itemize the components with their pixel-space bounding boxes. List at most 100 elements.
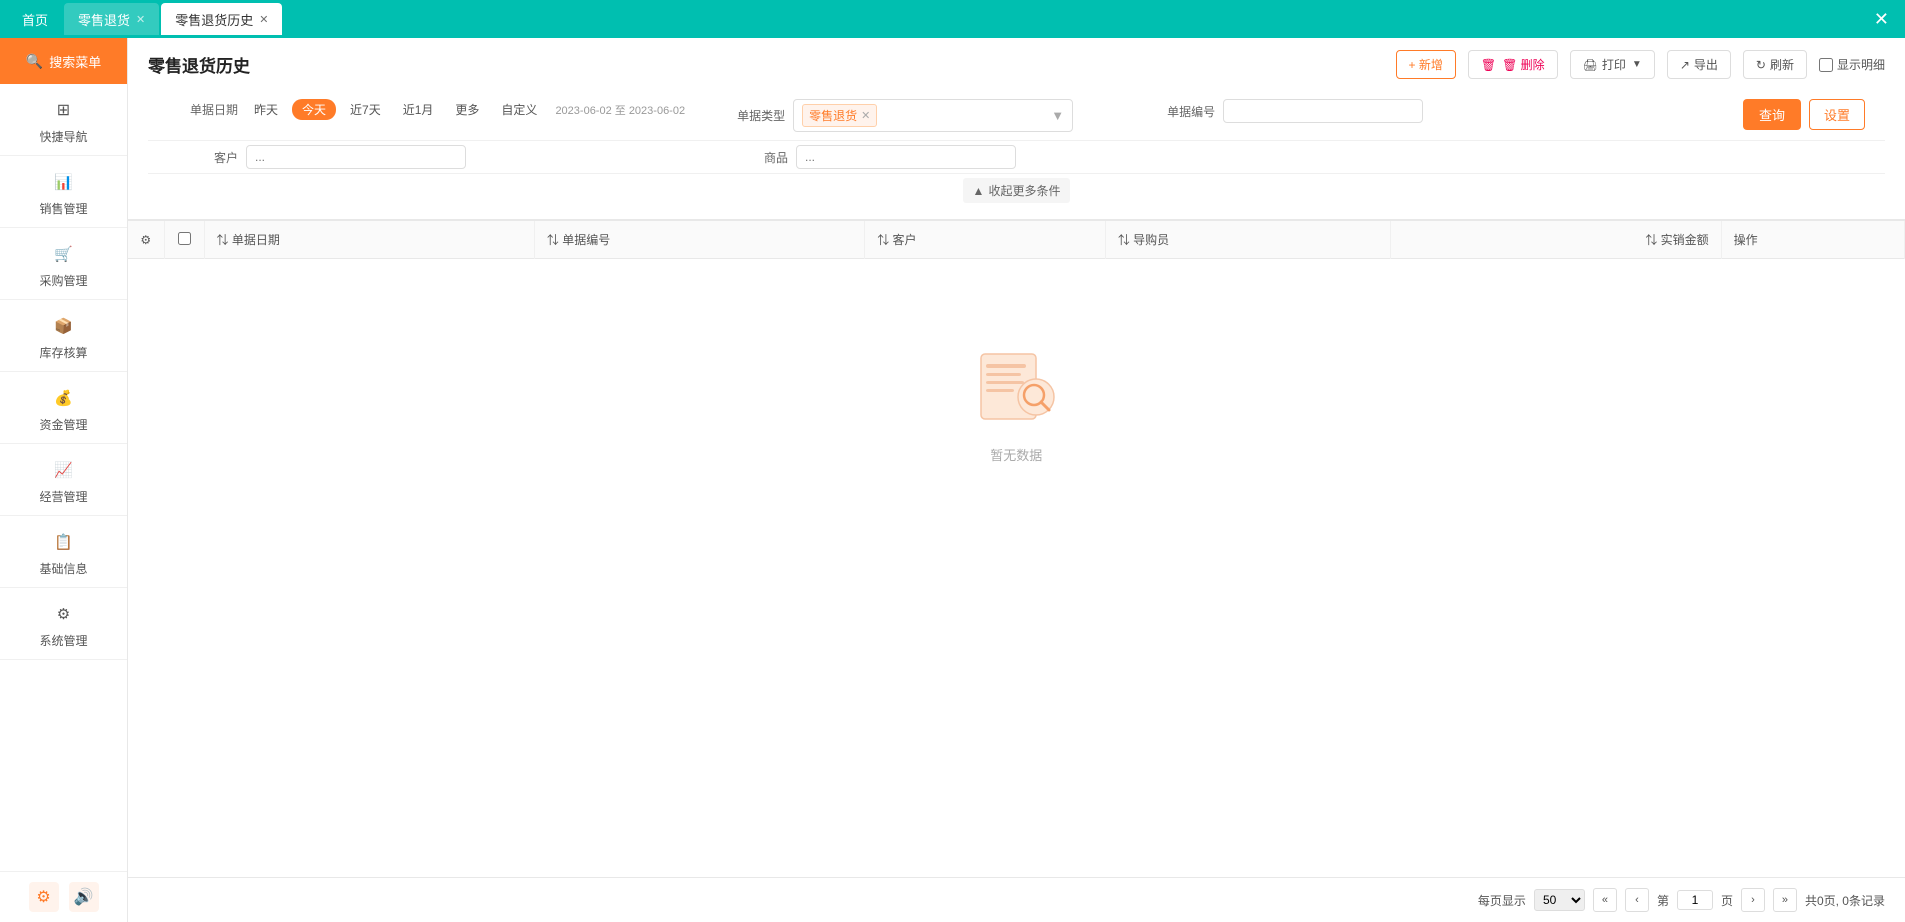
sidebar-item-operations-label: 经营管理 (39, 488, 87, 505)
date-filter-label: 单据日期 (168, 101, 238, 118)
display-detail-label: 显示明细 (1837, 56, 1885, 73)
add-button[interactable]: + 新增 (1396, 50, 1456, 79)
sidebar-item-sales[interactable]: 📊 销售管理 (0, 156, 127, 228)
sidebar-item-quick-nav[interactable]: ⊞ 快捷导航 (0, 84, 127, 156)
goods-input[interactable] (796, 145, 1016, 169)
th-number-label: ⇅ 单据编号 (547, 233, 610, 247)
print-button[interactable]: 🖨 打印 ▼ (1570, 50, 1655, 79)
sidebar-item-finance-label: 资金管理 (39, 416, 87, 433)
content: 零售退货历史 + 新增 🗑 🗑 删除 🖨 打印 ▼ ↗ 导出 (128, 38, 1905, 922)
page-header: 零售退货历史 + 新增 🗑 🗑 删除 🖨 打印 ▼ ↗ 导出 (128, 38, 1905, 220)
first-page-button[interactable]: « (1593, 888, 1617, 912)
export-button[interactable]: ↗ 导出 (1667, 50, 1731, 79)
doc-number-input[interactable] (1223, 99, 1423, 123)
print-arrow-icon: ▼ (1632, 59, 1642, 70)
window-close-button[interactable]: ✕ (1866, 9, 1897, 30)
th-date[interactable]: ⇅ 单据日期 (204, 221, 534, 259)
type-tag-label: 零售退货 (809, 107, 857, 124)
tab-home[interactable]: 首页 (8, 3, 62, 35)
tab-retail-return-history-close[interactable]: ✕ (259, 13, 268, 26)
top-bar: 首页 零售退货 ✕ 零售退货历史 ✕ ✕ (0, 0, 1905, 38)
tab-retail-return-history[interactable]: 零售退货历史 ✕ (161, 3, 282, 35)
filter-group-date: 单据日期 昨天 今天 近7天 近1月 更多 自定义 2023-06-02 至 2… (168, 99, 685, 120)
th-action: 操作 (1721, 221, 1904, 259)
gear-icon: ⚙ (36, 887, 50, 907)
display-detail-toggle[interactable]: 显示明细 (1819, 56, 1885, 73)
print-label: 打印 (1602, 56, 1626, 73)
date-more-btn[interactable]: 更多 (447, 99, 487, 120)
page-title: 零售退货历史 (148, 52, 250, 77)
tab-retail-return-label: 零售退货 (78, 10, 130, 29)
prev-page-button[interactable]: ‹ (1625, 888, 1649, 912)
search-icon: 🔍 (26, 53, 43, 70)
sidebar-item-sales-label: 销售管理 (39, 200, 87, 217)
th-amount[interactable]: ⇅ 实销金额 (1391, 221, 1721, 259)
print-icon: 🖨 (1583, 58, 1598, 72)
date-7days-btn[interactable]: 近7天 (342, 99, 389, 120)
sidebar-item-basic-info[interactable]: 📋 基础信息 (0, 516, 127, 588)
type-selector[interactable]: 零售退货 ✕ ▼ (793, 99, 1073, 132)
per-page-select[interactable]: 50 20 100 (1534, 889, 1585, 911)
basic-info-icon: 📋 (50, 528, 78, 556)
select-all-checkbox[interactable] (178, 232, 191, 245)
page-label: 页 (1721, 892, 1733, 909)
tab-retail-return-close[interactable]: ✕ (136, 13, 145, 26)
collapse-button[interactable]: ▲ 收起更多条件 (963, 178, 1071, 203)
customer-input[interactable] (246, 145, 466, 169)
sidebar: 🔍 搜索菜单 ⊞ 快捷导航 📊 销售管理 🛒 采购管理 📦 库存核算 💰 资金管… (0, 38, 128, 922)
sidebar-item-inventory[interactable]: 📦 库存核算 (0, 300, 127, 372)
last-page-button[interactable]: » (1773, 888, 1797, 912)
date-range-display: 2023-06-02 至 2023-06-02 (555, 102, 685, 118)
th-number[interactable]: ⇅ 单据编号 (534, 221, 864, 259)
table-container: ⚙ ⇅ 单据日期 ⇅ 单据编号 ⇅ 客户 (128, 220, 1905, 877)
query-button[interactable]: 查询 (1743, 99, 1801, 130)
sidebar-item-operations[interactable]: 📈 经营管理 (0, 444, 127, 516)
filter-group-customer: 客户 (168, 145, 668, 169)
refresh-label: 刷新 (1770, 56, 1794, 73)
date-filters: 昨天 今天 近7天 近1月 更多 自定义 2023-06-02 至 2023-0… (246, 99, 685, 120)
refresh-button[interactable]: ↻ 刷新 (1743, 50, 1807, 79)
th-amount-label: ⇅ 实销金额 (1645, 233, 1708, 247)
th-guide[interactable]: ⇅ 导购员 (1105, 221, 1390, 259)
export-label: 导出 (1694, 56, 1718, 73)
sidebar-search[interactable]: 🔍 搜索菜单 (0, 38, 127, 84)
empty-illustration (971, 339, 1061, 429)
th-check[interactable] (164, 221, 204, 259)
current-page-input[interactable] (1677, 890, 1713, 910)
date-yesterday-btn[interactable]: 昨天 (246, 99, 286, 120)
tab-retail-return[interactable]: 零售退货 ✕ (64, 3, 159, 35)
date-today-btn[interactable]: 今天 (292, 99, 336, 120)
sidebar-search-label: 搜索菜单 (49, 52, 101, 71)
column-settings-icon[interactable]: ⚙ (140, 233, 151, 247)
type-filter-label: 单据类型 (715, 107, 785, 124)
delete-button[interactable]: 🗑 🗑 删除 (1468, 50, 1558, 79)
toolbar: + 新增 🗑 🗑 删除 🖨 打印 ▼ ↗ 导出 (1396, 50, 1885, 79)
speaker-icon: 🔊 (74, 887, 94, 907)
sidebar-item-finance[interactable]: 💰 资金管理 (0, 372, 127, 444)
th-action-label: 操作 (1734, 233, 1758, 247)
sidebar-item-purchase[interactable]: 🛒 采购管理 (0, 228, 127, 300)
main-layout: 🔍 搜索菜单 ⊞ 快捷导航 📊 销售管理 🛒 采购管理 📦 库存核算 💰 资金管… (0, 38, 1905, 922)
sidebar-item-system[interactable]: ⚙ 系统管理 (0, 588, 127, 660)
sidebar-item-inventory-label: 库存核算 (39, 344, 87, 361)
sidebar-item-purchase-label: 采购管理 (39, 272, 87, 289)
settings-gear-button[interactable]: ⚙ (29, 882, 59, 912)
speaker-button[interactable]: 🔊 (69, 882, 99, 912)
date-1month-btn[interactable]: 近1月 (395, 99, 442, 120)
type-tag-close[interactable]: ✕ (861, 109, 870, 122)
inventory-icon: 📦 (50, 312, 78, 340)
setting-button[interactable]: 设置 (1809, 99, 1865, 130)
empty-row: 暂无数据 (128, 259, 1905, 545)
data-table: ⚙ ⇅ 单据日期 ⇅ 单据编号 ⇅ 客户 (128, 221, 1905, 544)
next-page-button[interactable]: › (1741, 888, 1765, 912)
per-page-label: 每页显示 (1478, 892, 1526, 909)
th-customer[interactable]: ⇅ 客户 (865, 221, 1106, 259)
display-detail-checkbox[interactable] (1819, 58, 1833, 72)
th-setting[interactable]: ⚙ (128, 221, 164, 259)
empty-state-cell: 暂无数据 (128, 259, 1905, 545)
page-title-row: 零售退货历史 + 新增 🗑 🗑 删除 🖨 打印 ▼ ↗ 导出 (148, 50, 1885, 79)
filter-group-goods: 商品 (718, 145, 1118, 169)
date-custom-btn[interactable]: 自定义 (493, 99, 545, 120)
collapse-up-icon: ▲ (973, 184, 985, 198)
operations-icon: 📈 (50, 456, 78, 484)
